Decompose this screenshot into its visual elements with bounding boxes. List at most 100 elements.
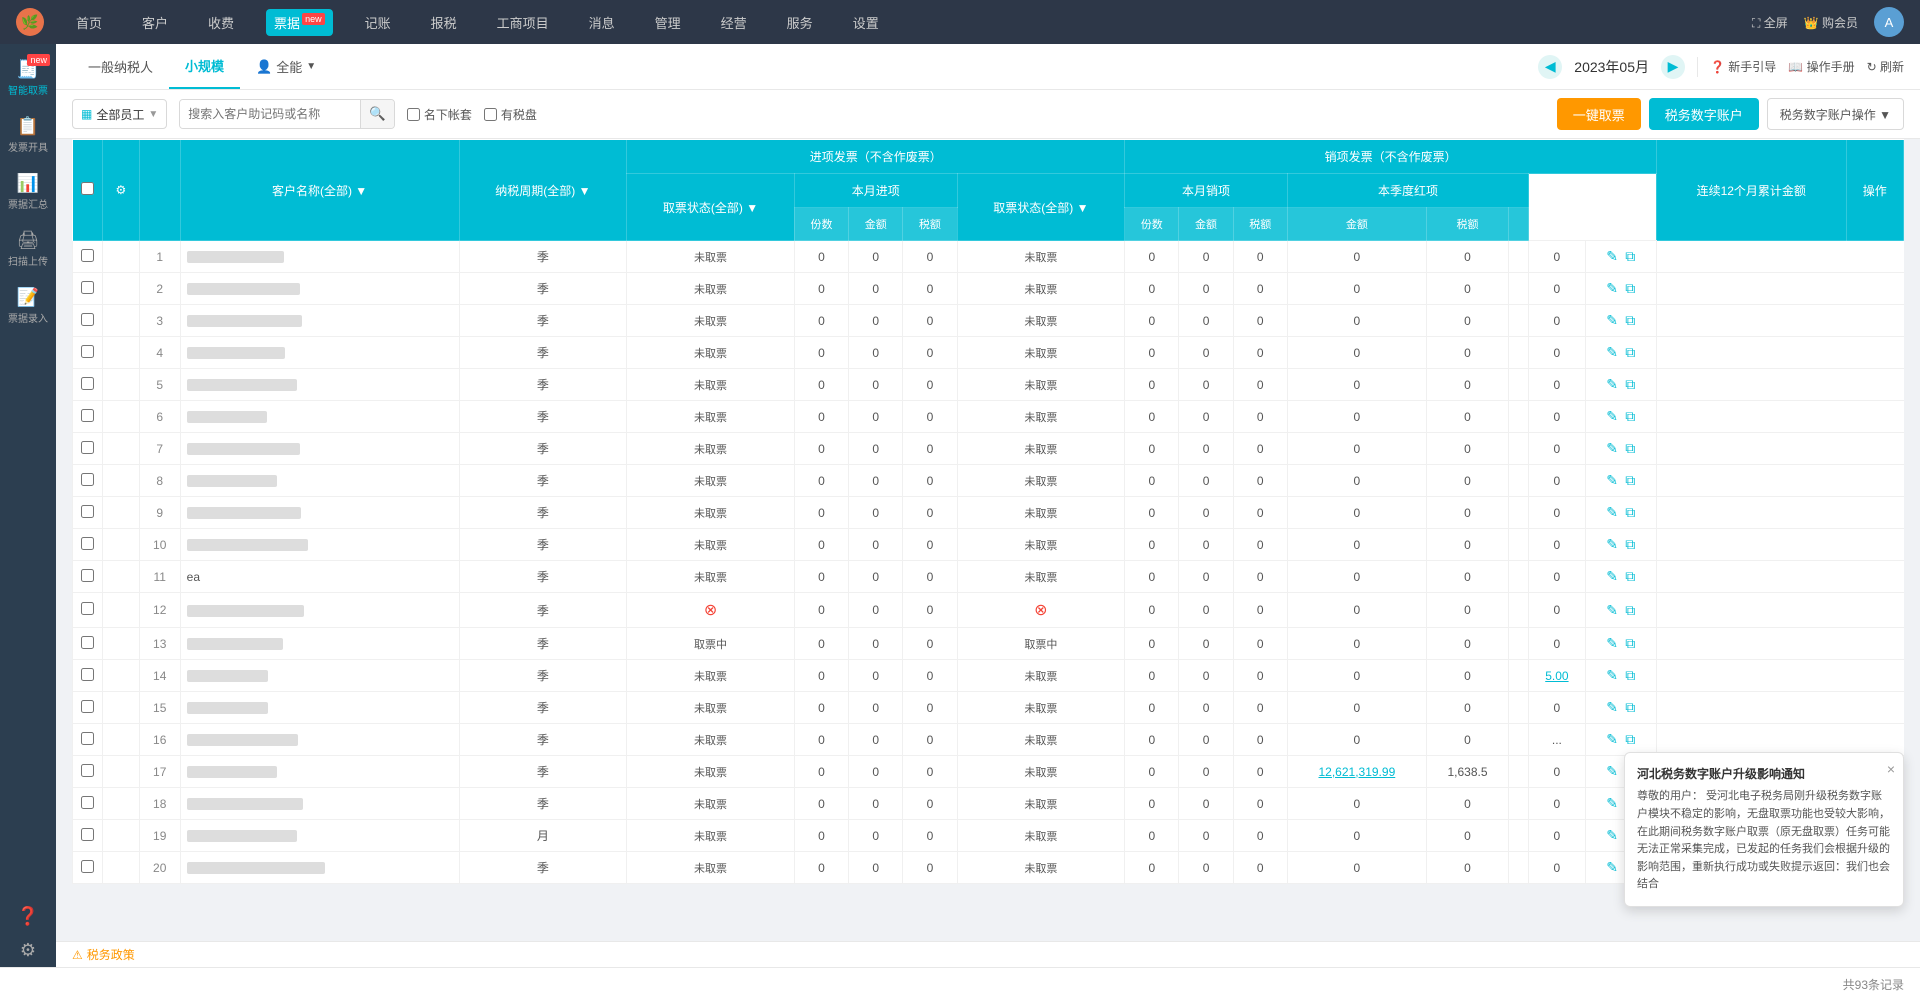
copy-icon[interactable]: ⧉ — [1625, 602, 1635, 618]
copy-icon[interactable]: ⧉ — [1625, 568, 1635, 584]
copy-icon[interactable]: ⧉ — [1625, 667, 1635, 683]
edit-icon[interactable]: ✎ — [1606, 408, 1618, 424]
nav-message[interactable]: 消息 — [581, 9, 623, 36]
edit-icon[interactable]: ✎ — [1606, 440, 1618, 456]
edit-icon[interactable]: ✎ — [1606, 376, 1618, 392]
row-checkbox[interactable] — [81, 668, 94, 681]
edit-icon[interactable]: ✎ — [1606, 248, 1618, 264]
copy-icon[interactable]: ⧉ — [1625, 472, 1635, 488]
row-checkbox[interactable] — [81, 602, 94, 615]
select-all-checkbox[interactable] — [81, 182, 94, 195]
copy-icon[interactable]: ⧉ — [1625, 635, 1635, 651]
edit-icon[interactable]: ✎ — [1606, 568, 1618, 584]
nav-tax[interactable]: 报税 — [423, 9, 465, 36]
copy-icon[interactable]: ⧉ — [1625, 248, 1635, 264]
vip-btn[interactable]: 👑 购会员 — [1804, 14, 1858, 31]
prev-month-btn[interactable]: ◀ — [1538, 55, 1562, 79]
tax-disk-checkbox-label[interactable]: 有税盘 — [484, 106, 537, 123]
edit-icon[interactable]: ✎ — [1606, 731, 1618, 747]
sidebar-item-help[interactable]: ❓ — [13, 899, 43, 933]
copy-icon[interactable]: ⧉ — [1625, 280, 1635, 296]
nav-manage[interactable]: 管理 — [647, 9, 689, 36]
row-checkbox[interactable] — [81, 537, 94, 550]
edit-icon[interactable]: ✎ — [1606, 859, 1618, 875]
row-checkbox[interactable] — [81, 249, 94, 262]
sidebar-item-smart-ticket[interactable]: 🧾 智能取票 new — [0, 52, 56, 105]
nav-settings[interactable]: 设置 — [845, 9, 887, 36]
row-checkbox[interactable] — [81, 345, 94, 358]
sidebar-item-scan[interactable]: 🖨 扫描上传 — [0, 223, 56, 276]
copy-icon[interactable]: ⧉ — [1625, 504, 1635, 520]
edit-icon[interactable]: ✎ — [1606, 635, 1618, 651]
copy-icon[interactable]: ⧉ — [1625, 312, 1635, 328]
edit-icon[interactable]: ✎ — [1606, 602, 1618, 618]
row-checkbox[interactable] — [81, 700, 94, 713]
row-checkbox[interactable] — [81, 860, 94, 873]
next-month-btn[interactable]: ▶ — [1661, 55, 1685, 79]
nav-ops[interactable]: 经营 — [713, 9, 755, 36]
digital-account-btn[interactable]: 税务数字账户 — [1649, 98, 1759, 130]
edit-icon[interactable]: ✎ — [1606, 280, 1618, 296]
edit-icon[interactable]: ✎ — [1606, 312, 1618, 328]
copy-icon[interactable]: ⧉ — [1625, 440, 1635, 456]
row-checkbox[interactable] — [81, 409, 94, 422]
row-checkbox[interactable] — [81, 473, 94, 486]
red-amount-link[interactable]: 12,621,319.99 — [1319, 765, 1396, 779]
cumulative-link[interactable]: 5.00 — [1545, 669, 1568, 683]
row-checkbox[interactable] — [81, 313, 94, 326]
edit-icon[interactable]: ✎ — [1606, 536, 1618, 552]
ledger-checkbox[interactable] — [407, 108, 420, 121]
avatar[interactable]: A — [1874, 7, 1904, 37]
sidebar-item-settings[interactable]: ⚙ — [13, 933, 43, 967]
nav-business[interactable]: 工商项目 — [489, 9, 557, 36]
nav-home[interactable]: 首页 — [68, 9, 110, 36]
edit-icon[interactable]: ✎ — [1606, 699, 1618, 715]
bottom-bar[interactable]: ⚠ 税务政策 — [56, 941, 1920, 967]
employee-select[interactable]: ▦ 全部员工 ▼ — [72, 99, 167, 129]
sidebar-item-invoice-open[interactable]: 📋 发票开具 — [0, 109, 56, 162]
wizard-btn[interactable]: ❓ 新手引导 — [1710, 58, 1776, 75]
copy-icon[interactable]: ⧉ — [1625, 536, 1635, 552]
copy-icon[interactable]: ⧉ — [1625, 376, 1635, 392]
row-checkbox[interactable] — [81, 505, 94, 518]
nav-client[interactable]: 客户 — [134, 9, 176, 36]
edit-icon[interactable]: ✎ — [1606, 827, 1618, 843]
row-checkbox[interactable] — [81, 377, 94, 390]
ledger-checkbox-label[interactable]: 名下帐套 — [407, 106, 472, 123]
tab-small-scale[interactable]: 小规模 — [169, 44, 240, 89]
edit-icon[interactable]: ✎ — [1606, 344, 1618, 360]
manual-btn[interactable]: 📖 操作手册 — [1788, 58, 1854, 75]
sidebar-item-summary[interactable]: 📊 票据汇总 — [0, 166, 56, 219]
copy-icon[interactable]: ⧉ — [1625, 699, 1635, 715]
tab-omnipotent[interactable]: 👤 全能 ▼ — [240, 44, 332, 89]
row-checkbox[interactable] — [81, 764, 94, 777]
tax-disk-checkbox[interactable] — [484, 108, 497, 121]
copy-icon[interactable]: ⧉ — [1625, 408, 1635, 424]
row-checkbox[interactable] — [81, 732, 94, 745]
nav-bookkeep[interactable]: 记账 — [357, 9, 399, 36]
nav-fee[interactable]: 收费 — [200, 9, 242, 36]
row-checkbox[interactable] — [81, 636, 94, 649]
row-checkbox[interactable] — [81, 569, 94, 582]
edit-icon[interactable]: ✎ — [1606, 763, 1618, 779]
nav-service[interactable]: 服务 — [779, 9, 821, 36]
copy-icon[interactable]: ⧉ — [1625, 344, 1635, 360]
search-button[interactable]: 🔍 — [360, 100, 394, 128]
edit-icon[interactable]: ✎ — [1606, 795, 1618, 811]
edit-icon[interactable]: ✎ — [1606, 667, 1618, 683]
nav-invoice[interactable]: 票据new — [266, 9, 333, 36]
edit-icon[interactable]: ✎ — [1606, 472, 1618, 488]
digital-action-btn[interactable]: 税务数字账户操作 ▼ — [1767, 98, 1904, 130]
notification-close-btn[interactable]: × — [1887, 761, 1895, 777]
row-checkbox[interactable] — [81, 828, 94, 841]
row-checkbox[interactable] — [81, 441, 94, 454]
tab-general-taxpayer[interactable]: 一般纳税人 — [72, 44, 169, 89]
fullscreen-btn[interactable]: ⛶ 全屏 — [1752, 14, 1788, 31]
sidebar-item-record[interactable]: 📝 票据录入 — [0, 280, 56, 333]
one-click-btn[interactable]: 一键取票 — [1557, 98, 1641, 130]
copy-icon[interactable]: ⧉ — [1625, 731, 1635, 747]
row-checkbox[interactable] — [81, 281, 94, 294]
edit-icon[interactable]: ✎ — [1606, 504, 1618, 520]
row-checkbox[interactable] — [81, 796, 94, 809]
refresh-btn[interactable]: ↻ 刷新 — [1867, 58, 1904, 75]
